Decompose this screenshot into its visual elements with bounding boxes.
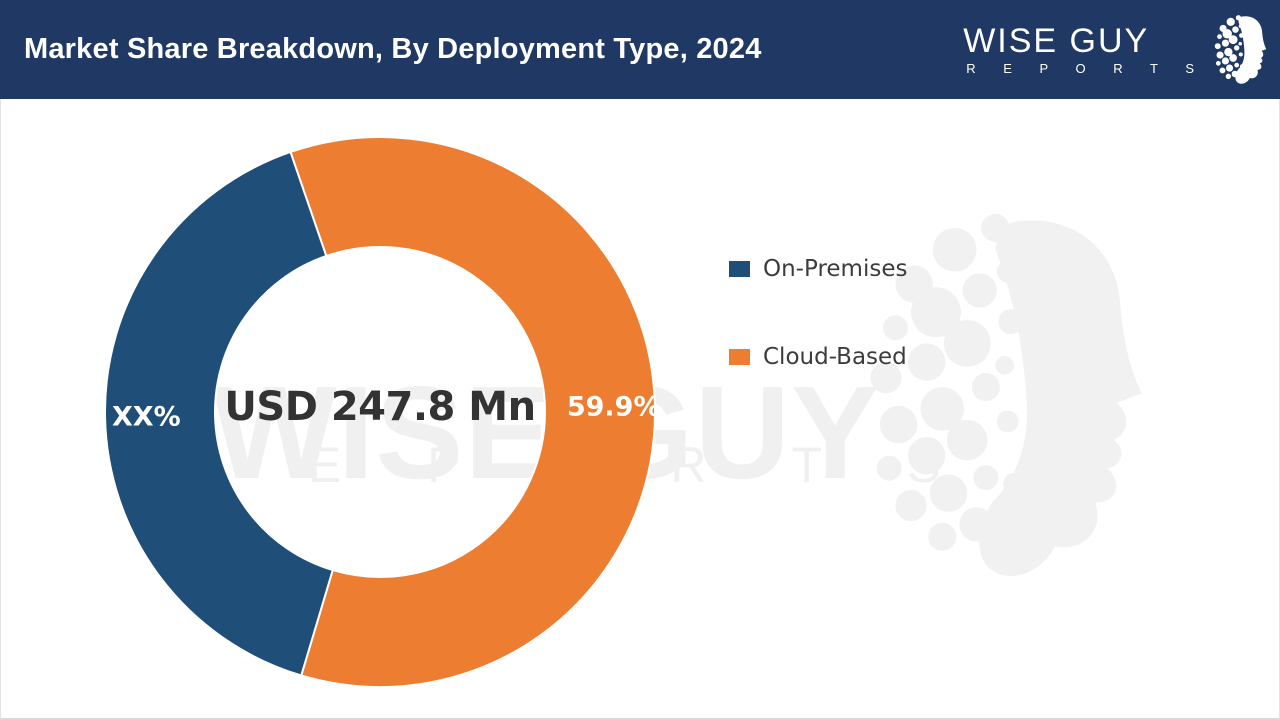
brand-logo: WISE GUY R E P O R T S bbox=[963, 13, 1280, 87]
legend-swatch-cloud-based bbox=[729, 349, 750, 365]
watermark-head-icon bbox=[858, 172, 1170, 624]
logo-subtext: R E P O R T S bbox=[966, 61, 1206, 76]
chart-legend: On-Premises Cloud-Based bbox=[729, 255, 907, 371]
brand-logo-text: WISE GUY R E P O R T S bbox=[963, 24, 1206, 75]
legend-item-on-premises: On-Premises bbox=[729, 255, 907, 283]
chart-center-value: USD 247.8 Mn bbox=[224, 384, 536, 430]
report-page: WISE GUY R E P O R T S Market Share Brea… bbox=[0, 0, 1280, 720]
page-title: Market Share Breakdown, By Deployment Ty… bbox=[24, 33, 762, 65]
legend-label-cloud-based: Cloud-Based bbox=[763, 343, 907, 370]
header-bar: Market Share Breakdown, By Deployment Ty… bbox=[0, 0, 1280, 99]
legend-swatch-on-premises bbox=[729, 261, 750, 277]
slice-label-cloud-based: 59.9% bbox=[566, 391, 661, 423]
slice-label-on-premises: XX% bbox=[111, 401, 181, 433]
logo-head-icon bbox=[1210, 13, 1274, 87]
legend-item-cloud-based: Cloud-Based bbox=[729, 343, 907, 371]
legend-label-on-premises: On-Premises bbox=[763, 255, 908, 282]
logo-wordmark: WISE GUY bbox=[963, 22, 1150, 60]
donut-chart: USD 247.8 Mn 59.9% XX% bbox=[103, 135, 661, 689]
